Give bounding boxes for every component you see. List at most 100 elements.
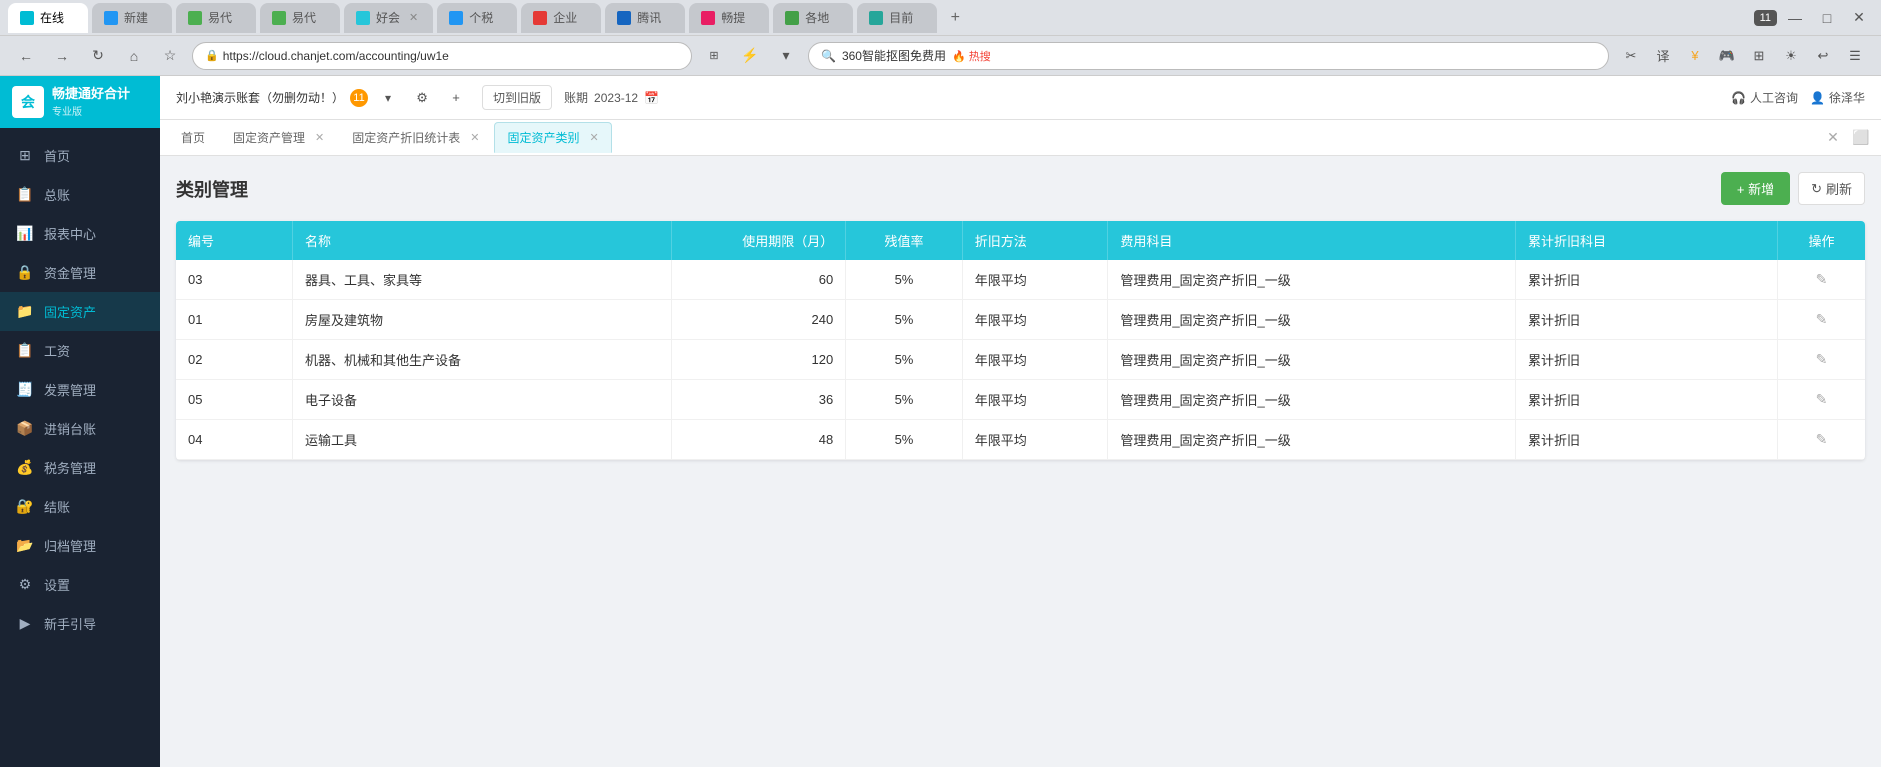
tab-favicon bbox=[617, 11, 631, 25]
tab-fixed-cat[interactable]: 固定资产类别 ✕ bbox=[494, 122, 611, 153]
browser-tab-6[interactable]: 个税 bbox=[437, 3, 517, 33]
edit-icon[interactable]: ✎ bbox=[1816, 391, 1828, 407]
browser-tab-9[interactable]: 畅提 bbox=[689, 3, 769, 33]
cell-action[interactable]: ✎ bbox=[1778, 420, 1865, 460]
calendar-icon[interactable]: 📅 bbox=[644, 91, 659, 105]
edit-icon[interactable]: ✎ bbox=[1816, 431, 1828, 447]
tab-close-fixed-mgmt[interactable]: ✕ bbox=[315, 131, 324, 144]
game-icon[interactable]: 🎮 bbox=[1713, 42, 1741, 70]
tab-favicon bbox=[449, 11, 463, 25]
extension-button[interactable]: ⚡ bbox=[736, 42, 764, 70]
search-bar[interactable]: 🔍 360智能抠图免费用 🔥 热搜 bbox=[808, 42, 1609, 70]
tab-close-fixed-cat[interactable]: ✕ bbox=[590, 131, 599, 144]
sidebar-item-reports[interactable]: 📊 报表中心 bbox=[0, 214, 160, 253]
table-header-row: 编号 名称 使用期限（月） 残值率 折旧方法 费用科目 累计折旧科目 操作 bbox=[176, 221, 1865, 260]
sidebar-item-home[interactable]: ⊞ 首页 bbox=[0, 136, 160, 175]
undo-icon[interactable]: ↩ bbox=[1809, 42, 1837, 70]
main-content: 刘小艳演示账套（勿删勿动！） 11 ▾ ⚙ + 切到旧版 账期 2023-12 … bbox=[160, 76, 1881, 767]
plus-icon[interactable]: + bbox=[442, 84, 470, 112]
expand-tab-button[interactable]: ⬜ bbox=[1849, 126, 1873, 150]
maximize-button[interactable]: □ bbox=[1813, 4, 1841, 32]
menu-icon[interactable]: ☰ bbox=[1841, 42, 1869, 70]
tab-close-btn[interactable]: ✕ bbox=[406, 10, 421, 25]
browser-tab-active[interactable]: 在线 bbox=[8, 3, 88, 33]
new-category-button[interactable]: + 新增 bbox=[1721, 172, 1790, 205]
browser-tab-5[interactable]: 好会 ✕ bbox=[344, 3, 433, 33]
col-residual: 残值率 bbox=[846, 221, 962, 260]
tab-close-fixed-depr[interactable]: ✕ bbox=[470, 131, 479, 144]
grid-icon[interactable]: ⊞ bbox=[1745, 42, 1773, 70]
close-window-button[interactable]: ✕ bbox=[1845, 4, 1873, 32]
tab-count-badge: 11 bbox=[1754, 10, 1777, 26]
sun-icon[interactable]: ☀ bbox=[1777, 42, 1805, 70]
dropdown-button[interactable]: ▾ bbox=[772, 42, 800, 70]
page-tab-bar: 首页 固定资产管理 ✕ 固定资产折旧统计表 ✕ 固定资产类别 ✕ ✕ ⬜ bbox=[160, 120, 1881, 156]
tab-home[interactable]: 首页 bbox=[168, 122, 218, 153]
col-action: 操作 bbox=[1778, 221, 1865, 260]
tab-favicon bbox=[701, 11, 715, 25]
sidebar-item-guide[interactable]: ▶ 新手引导 bbox=[0, 604, 160, 643]
tab-fixed-mgmt[interactable]: 固定资产管理 ✕ bbox=[220, 122, 337, 153]
table-row: 02 机器、机械和其他生产设备 120 5% 年限平均 管理费用_固定资产折旧_… bbox=[176, 340, 1865, 380]
page-title: 类别管理 bbox=[176, 176, 248, 202]
consult-button[interactable]: 🎧 人工咨询 bbox=[1731, 89, 1798, 106]
sidebar-navigation: ⊞ 首页 📋 总账 📊 报表中心 🔒 资金管理 📁 固定资产 📋 工资 bbox=[0, 128, 160, 767]
sidebar-item-funds[interactable]: 🔒 资金管理 bbox=[0, 253, 160, 292]
close-tab-button[interactable]: ✕ bbox=[1821, 126, 1845, 150]
cell-period: 60 bbox=[671, 260, 846, 300]
reload-button[interactable]: ↻ bbox=[84, 42, 112, 70]
refresh-button[interactable]: ↻ 刷新 bbox=[1798, 172, 1865, 205]
search-icon: 🔍 bbox=[821, 49, 836, 63]
sidebar-item-tax[interactable]: 💰 税务管理 bbox=[0, 448, 160, 487]
sidebar-item-payroll[interactable]: 📋 工资 bbox=[0, 331, 160, 370]
cell-accum: 累计折旧 bbox=[1516, 420, 1778, 460]
edit-icon[interactable]: ✎ bbox=[1816, 271, 1828, 287]
browser-tab-7[interactable]: 企业 bbox=[521, 3, 601, 33]
sidebar-item-invoice[interactable]: 🧾 发票管理 bbox=[0, 370, 160, 409]
browser-tab-3[interactable]: 易代 bbox=[176, 3, 256, 33]
scissors-icon[interactable]: ✂ bbox=[1617, 42, 1645, 70]
bookmark-button[interactable]: ☆ bbox=[156, 42, 184, 70]
coin-icon[interactable]: ¥ bbox=[1681, 42, 1709, 70]
minimize-button[interactable]: — bbox=[1781, 4, 1809, 32]
translate-icon[interactable]: 译 bbox=[1649, 42, 1677, 70]
browser-tab-4[interactable]: 易代 bbox=[260, 3, 340, 33]
edit-icon[interactable]: ✎ bbox=[1816, 351, 1828, 367]
cell-action[interactable]: ✎ bbox=[1778, 260, 1865, 300]
cell-expense: 管理费用_固定资产折旧_一级 bbox=[1108, 300, 1516, 340]
cell-residual: 5% bbox=[846, 380, 962, 420]
cell-id: 02 bbox=[176, 340, 292, 380]
forward-button[interactable]: → bbox=[48, 42, 76, 70]
url-bar[interactable]: 🔒 https://cloud.chanjet.com/accounting/u… bbox=[192, 42, 692, 70]
home-button[interactable]: ⌂ bbox=[120, 42, 148, 70]
edit-icon[interactable]: ✎ bbox=[1816, 311, 1828, 327]
cell-action[interactable]: ✎ bbox=[1778, 340, 1865, 380]
sidebar-item-label: 首页 bbox=[44, 146, 70, 165]
ledger-icon: 📋 bbox=[16, 186, 34, 204]
user-dropdown-button[interactable]: ▾ bbox=[374, 84, 402, 112]
browser-tab-8[interactable]: 腾讯 bbox=[605, 3, 685, 33]
cell-name: 房屋及建筑物 bbox=[292, 300, 671, 340]
new-tab-button[interactable]: + bbox=[941, 4, 969, 32]
cell-period: 36 bbox=[671, 380, 846, 420]
switch-version-button[interactable]: 切到旧版 bbox=[482, 85, 552, 110]
guide-icon: ▶ bbox=[16, 615, 34, 633]
cell-action[interactable]: ✎ bbox=[1778, 380, 1865, 420]
sidebar-item-archive[interactable]: 📂 归档管理 bbox=[0, 526, 160, 565]
browser-tab-11[interactable]: 目前 bbox=[857, 3, 937, 33]
browser-tab-2[interactable]: 新建 bbox=[92, 3, 172, 33]
sidebar-item-settings[interactable]: ⚙ 设置 bbox=[0, 565, 160, 604]
user-account-button[interactable]: 👤 徐泽华 bbox=[1810, 89, 1865, 106]
browser-toolbar: ✂ 译 ¥ 🎮 ⊞ ☀ ↩ ☰ bbox=[1617, 42, 1869, 70]
tab-fixed-depr[interactable]: 固定资产折旧统计表 ✕ bbox=[339, 122, 492, 153]
sidebar-item-ledger[interactable]: 📋 总账 bbox=[0, 175, 160, 214]
cell-action[interactable]: ✎ bbox=[1778, 300, 1865, 340]
sidebar-item-stock[interactable]: 📦 进销台账 bbox=[0, 409, 160, 448]
settings-gear-icon[interactable]: ⚙ bbox=[408, 84, 436, 112]
refresh-icon: ↻ bbox=[1811, 181, 1822, 197]
sidebar-item-fixed-assets[interactable]: 📁 固定资产 bbox=[0, 292, 160, 331]
sidebar-item-checkout[interactable]: 🔐 结账 bbox=[0, 487, 160, 526]
more-tools-button[interactable]: ⊞ bbox=[700, 42, 728, 70]
browser-tab-10[interactable]: 各地 bbox=[773, 3, 853, 33]
back-button[interactable]: ← bbox=[12, 42, 40, 70]
